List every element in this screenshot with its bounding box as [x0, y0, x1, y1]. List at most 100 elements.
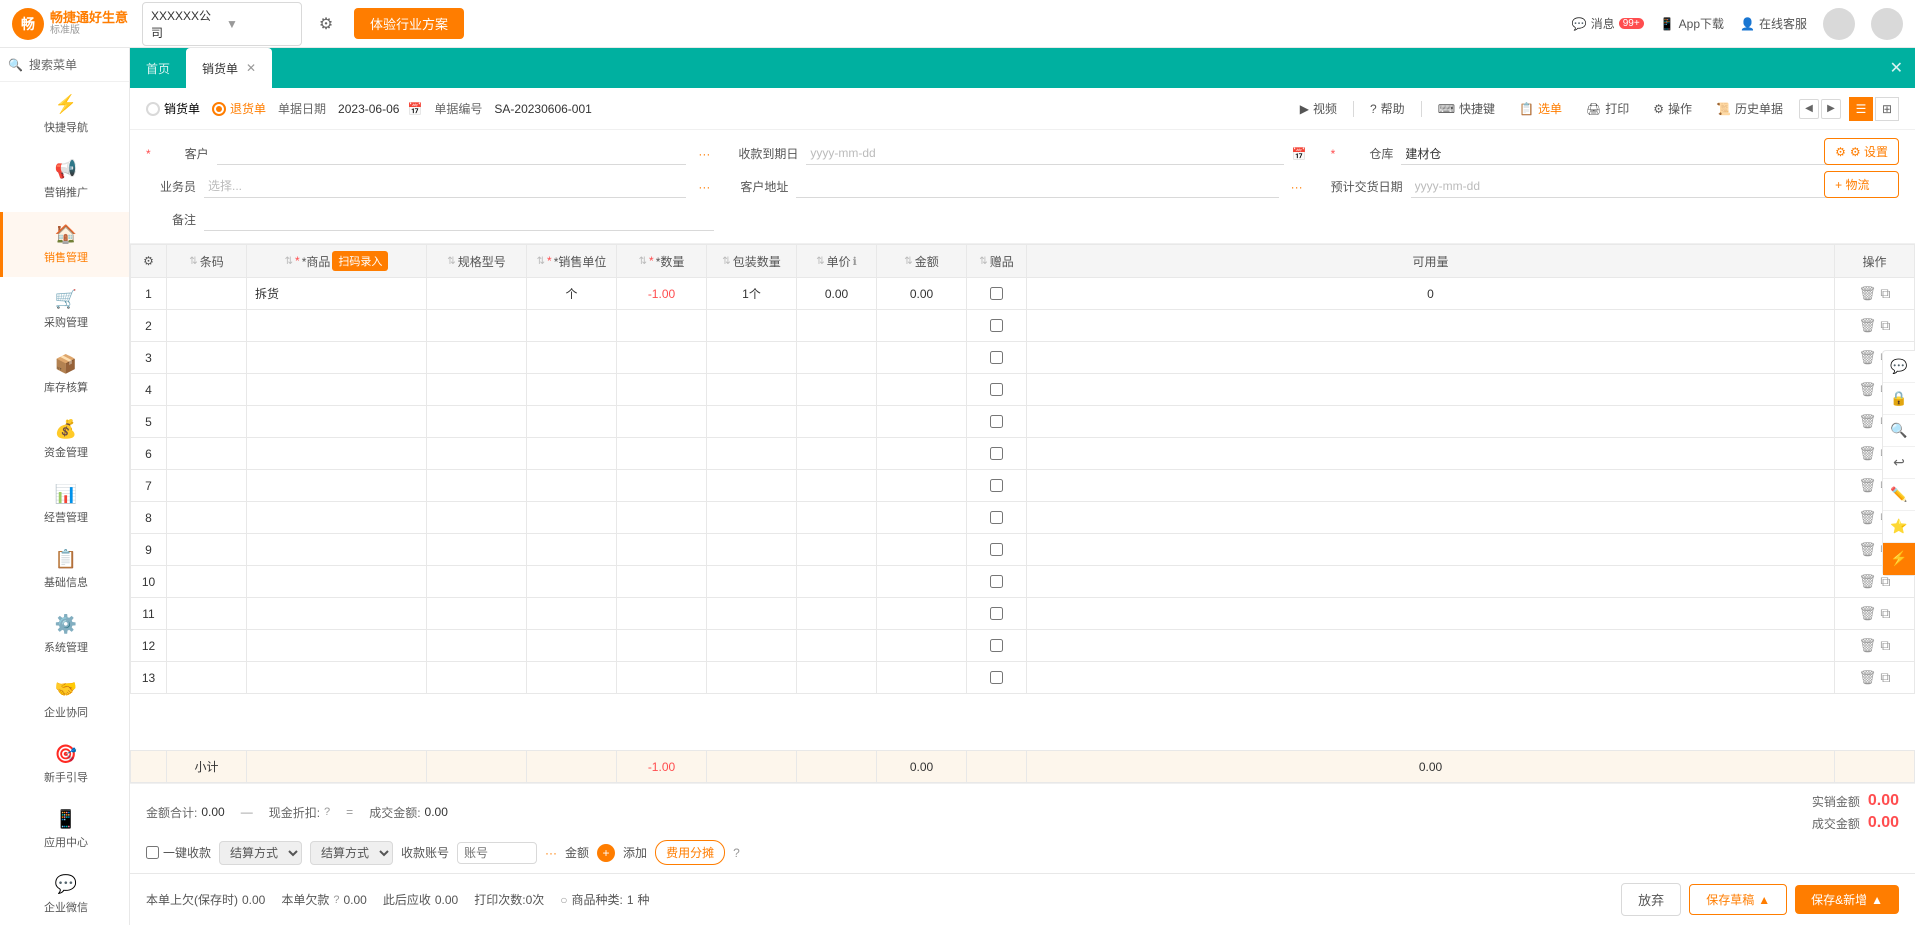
cell-spec[interactable] [427, 374, 527, 406]
cell-quantity[interactable] [617, 502, 707, 534]
delete-icon[interactable]: 🗑 [1859, 541, 1877, 558]
cell-spec[interactable] [427, 470, 527, 502]
sidebar-item-purchase[interactable]: 🛒 采购管理 [0, 277, 129, 342]
cell-quantity[interactable] [617, 470, 707, 502]
cell-quantity[interactable] [617, 438, 707, 470]
cell-unit[interactable] [527, 470, 617, 502]
copy-icon[interactable]: ⧉ [1880, 637, 1890, 654]
gift-checkbox[interactable] [990, 415, 1003, 428]
cell-gift[interactable] [967, 278, 1027, 310]
cell-unit-price[interactable] [797, 342, 877, 374]
cell-pack-qty[interactable] [707, 438, 797, 470]
scan-btn[interactable]: 扫码录入 [332, 251, 388, 271]
settings-icon-btn[interactable]: ⚙ [310, 8, 342, 40]
cell-spec[interactable] [427, 278, 527, 310]
cell-pack-qty[interactable] [707, 406, 797, 438]
sidebar-item-beginner[interactable]: 🎯 新手引导 [0, 732, 129, 797]
cell-unit[interactable] [527, 534, 617, 566]
delete-icon[interactable]: 🗑 [1859, 477, 1877, 494]
delete-icon[interactable]: 🗑 [1859, 349, 1877, 366]
delete-icon[interactable]: 🗑 [1859, 285, 1877, 302]
cell-unit-price[interactable] [797, 566, 877, 598]
cell-product[interactable] [247, 342, 427, 374]
cell-quantity[interactable] [617, 374, 707, 406]
save-new-dropdown-icon[interactable]: ▲ [1871, 893, 1883, 907]
gift-checkbox[interactable] [990, 319, 1003, 332]
gift-checkbox[interactable] [990, 287, 1003, 300]
cell-product[interactable] [247, 310, 427, 342]
cell-product[interactable] [247, 630, 427, 662]
cell-product[interactable] [247, 566, 427, 598]
delete-icon[interactable]: 🗑 [1859, 509, 1877, 526]
sidebar-item-marketing[interactable]: 📢 营销推广 [0, 147, 129, 212]
cell-product[interactable] [247, 470, 427, 502]
cell-amount[interactable] [877, 470, 967, 502]
col-pack-qty-sort[interactable]: ⇅ [722, 256, 730, 267]
customer-addr-input[interactable] [796, 175, 1278, 198]
gift-checkbox[interactable] [990, 447, 1003, 460]
date-picker-icon[interactable]: 📅 [407, 102, 422, 116]
due-date-calendar-icon[interactable]: 📅 [1292, 147, 1307, 161]
col-amount-sort[interactable]: ⇅ [904, 256, 912, 267]
cell-gift[interactable] [967, 470, 1027, 502]
cell-unit-price[interactable] [797, 470, 877, 502]
cell-pack-qty[interactable] [707, 342, 797, 374]
cell-unit[interactable] [527, 438, 617, 470]
discard-btn[interactable]: 放弃 [1621, 883, 1681, 916]
sidebar-item-operations[interactable]: 📊 经营管理 [0, 472, 129, 537]
cell-product[interactable] [247, 662, 427, 694]
cell-product[interactable] [247, 598, 427, 630]
cell-quantity[interactable] [617, 406, 707, 438]
float-icon-1[interactable]: 💬 [1883, 351, 1915, 383]
cell-pack-qty[interactable] [707, 502, 797, 534]
cell-unit-price[interactable] [797, 374, 877, 406]
app-download-btn[interactable]: 📱 App下载 [1660, 15, 1724, 32]
cell-quantity[interactable] [617, 662, 707, 694]
cell-product[interactable] [247, 502, 427, 534]
col-spec-sort[interactable]: ⇅ [447, 256, 455, 267]
salesperson-input[interactable] [204, 175, 686, 198]
tab-sales-order[interactable]: 销货单 ✕ [186, 48, 272, 88]
account-input[interactable] [457, 842, 537, 864]
cell-amount[interactable] [877, 310, 967, 342]
unit-price-info-icon[interactable]: ℹ [853, 255, 857, 268]
cell-pack-qty[interactable] [707, 566, 797, 598]
customer-more-icon[interactable]: ··· [694, 147, 714, 161]
cell-pack-qty[interactable] [707, 630, 797, 662]
gift-checkbox[interactable] [990, 383, 1003, 396]
cell-unit-price[interactable] [797, 406, 877, 438]
cell-amount[interactable]: 0.00 [877, 278, 967, 310]
cell-barcode[interactable] [167, 534, 247, 566]
avatar2[interactable] [1871, 8, 1903, 40]
delete-icon[interactable]: 🗑 [1859, 573, 1877, 590]
cell-gift[interactable] [967, 566, 1027, 598]
gift-checkbox[interactable] [990, 639, 1003, 652]
payment-method-select[interactable]: 结算方式 [219, 841, 302, 865]
cell-unit-price[interactable] [797, 662, 877, 694]
cell-spec[interactable] [427, 342, 527, 374]
col-unit-sort[interactable]: ⇅ [537, 256, 545, 267]
table-container[interactable]: ⚙ ⇅ 条码 [130, 244, 1915, 750]
total-debt-info-icon[interactable]: ? [333, 894, 339, 906]
cell-unit[interactable] [527, 374, 617, 406]
cell-amount[interactable] [877, 534, 967, 566]
cell-quantity[interactable] [617, 310, 707, 342]
copy-icon[interactable]: ⧉ [1880, 669, 1890, 686]
gift-checkbox[interactable] [990, 575, 1003, 588]
grid-view-btn[interactable]: ⊞ [1875, 97, 1899, 121]
cell-gift[interactable] [967, 598, 1027, 630]
cell-gift[interactable] [967, 438, 1027, 470]
cell-gift[interactable] [967, 662, 1027, 694]
col-unit-price-sort[interactable]: ⇅ [816, 256, 824, 267]
cell-product[interactable] [247, 406, 427, 438]
cell-amount[interactable] [877, 662, 967, 694]
warehouse-input[interactable] [1401, 142, 1871, 165]
cell-product[interactable] [247, 534, 427, 566]
col-settings[interactable]: ⚙ [131, 245, 167, 278]
product-type-icon[interactable]: ○ [560, 893, 567, 907]
delete-icon[interactable]: 🗑 [1859, 381, 1877, 398]
cell-unit-price[interactable] [797, 534, 877, 566]
customer-addr-more-icon[interactable]: ··· [1287, 180, 1307, 194]
history-btn[interactable]: 📜 历史单据 [1708, 96, 1791, 121]
cell-unit-price[interactable] [797, 502, 877, 534]
